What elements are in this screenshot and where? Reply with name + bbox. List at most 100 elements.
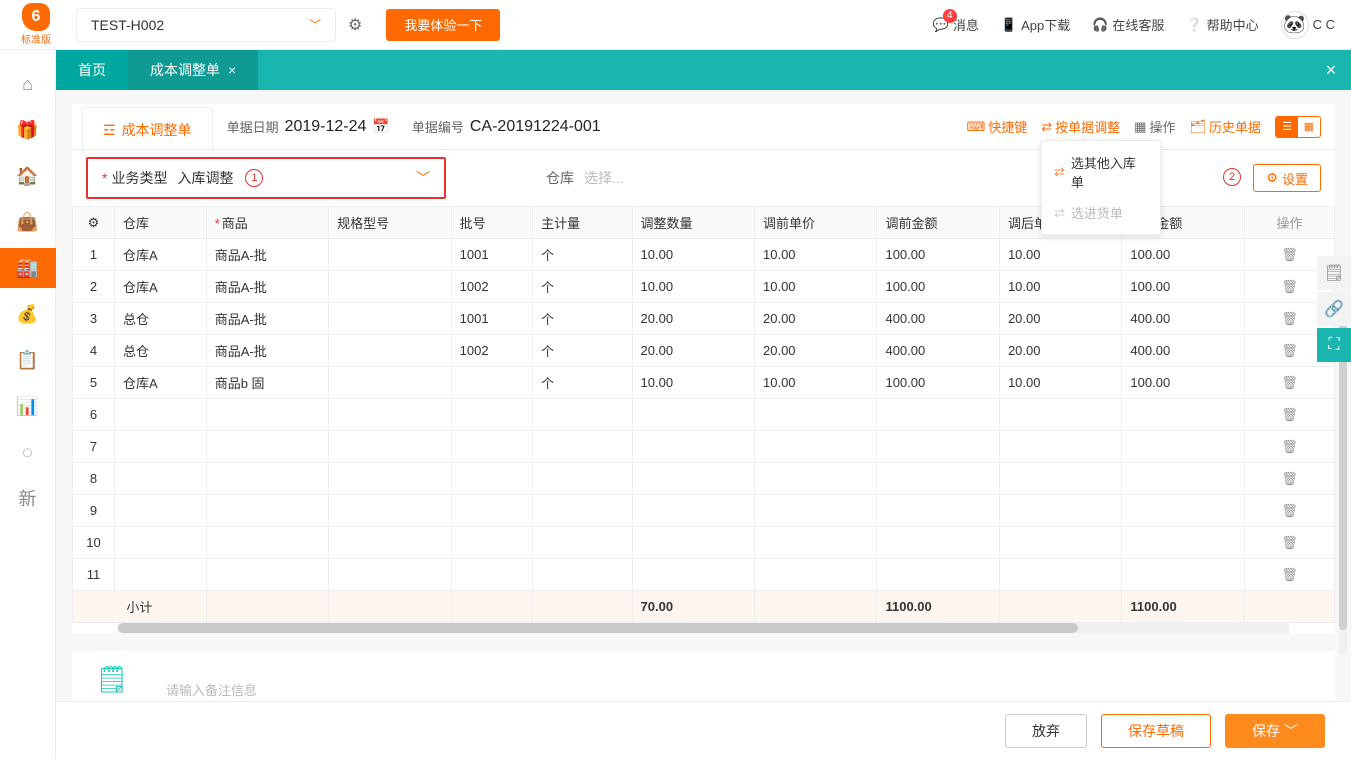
delete-row-button[interactable]: 🗑: [1245, 495, 1335, 527]
card-view-icon[interactable]: ▦: [1298, 117, 1320, 137]
warehouse-select[interactable]: 选择...: [584, 168, 624, 188]
transfer-icon: ⇄: [1054, 205, 1065, 221]
save-draft-button[interactable]: 保存草稿: [1101, 714, 1211, 748]
close-all-tabs[interactable]: ×: [1311, 60, 1351, 81]
table-row[interactable]: 11🗑: [73, 559, 1335, 591]
logo-icon: 6: [22, 3, 50, 31]
avatar: 🐼: [1281, 11, 1309, 39]
table-row[interactable]: 6🗑: [73, 399, 1335, 431]
tab-cost-adjust[interactable]: 成本调整单 ×: [128, 50, 258, 90]
close-icon[interactable]: ×: [228, 62, 236, 78]
table-row[interactable]: 9🗑: [73, 495, 1335, 527]
adjust-by-order-button[interactable]: ⇄按单据调整: [1041, 117, 1120, 136]
shortcut-button[interactable]: ⌨快捷键: [966, 117, 1027, 136]
col-pre-price[interactable]: 调前单价: [755, 207, 877, 239]
dropdown-other-inbound[interactable]: ⇄ 选其他入库单: [1042, 147, 1160, 197]
transfer-icon: ⇄: [1041, 119, 1052, 135]
delete-row-button[interactable]: 🗑: [1245, 367, 1335, 399]
warehouse-label: 仓库: [546, 168, 574, 188]
org-selector[interactable]: TEST-H002 ﹀: [76, 8, 336, 42]
col-operate[interactable]: 操作: [1245, 207, 1335, 239]
customer-service-button[interactable]: 🎧 在线客服: [1092, 15, 1164, 34]
calendar-icon[interactable]: 📅: [372, 118, 389, 135]
dropdown-purchase[interactable]: ⇄ 选进货单: [1042, 197, 1160, 228]
col-batch[interactable]: 批号: [451, 207, 532, 239]
col-spec[interactable]: 规格型号: [329, 207, 451, 239]
table-row[interactable]: 10🗑: [73, 527, 1335, 559]
table-row[interactable]: 5仓库A商品b 固个10.0010.00100.0010.00100.00🗑: [73, 367, 1335, 399]
chevron-down-icon: ﹀: [309, 16, 321, 33]
list-view-icon[interactable]: ☰: [1276, 117, 1298, 137]
side-expand-button[interactable]: ⛶: [1317, 328, 1351, 362]
nav-bag[interactable]: 👜: [0, 202, 56, 242]
chevron-down-icon: ﹀: [416, 168, 430, 188]
nav-money[interactable]: 💰: [0, 294, 56, 334]
annotation-1: 1: [245, 169, 263, 187]
col-pre-amount[interactable]: 调前金额: [877, 207, 999, 239]
col-warehouse[interactable]: 仓库: [115, 207, 207, 239]
user-menu[interactable]: 🐼 C C: [1281, 11, 1335, 39]
history-button[interactable]: 🗂历史单据: [1189, 117, 1261, 136]
adjust-table: ⚙ 仓库 *商品 规格型号 批号 主计量 调整数量 调前单价 调前金额 调后单价…: [72, 206, 1335, 623]
edition-label: 标准版: [21, 31, 51, 46]
doc-icon: ☲: [103, 122, 116, 139]
org-name: TEST-H002: [91, 17, 164, 33]
operate-button[interactable]: ▦操作: [1134, 117, 1175, 136]
note-icon: 🗒: [95, 664, 128, 695]
trial-button[interactable]: 我要体验一下: [386, 9, 500, 41]
cancel-button[interactable]: 放弃: [1005, 714, 1087, 748]
table-row[interactable]: 4总仓商品A-批1002个20.0020.00400.0020.00400.00…: [73, 335, 1335, 367]
table-row[interactable]: 3总仓商品A-批1001个20.0020.00400.0020.00400.00…: [73, 303, 1335, 335]
col-gear[interactable]: ⚙: [73, 207, 115, 239]
delete-row-button[interactable]: 🗑: [1245, 527, 1335, 559]
table-row[interactable]: 1仓库A商品A-批1001个10.0010.00100.0010.00100.0…: [73, 239, 1335, 271]
nav-house[interactable]: 🏠: [0, 156, 56, 196]
delete-row-button[interactable]: 🗑: [1245, 559, 1335, 591]
tab-home[interactable]: 首页: [56, 50, 128, 90]
user-name: C C: [1313, 17, 1335, 32]
side-link-button[interactable]: 🔗: [1317, 292, 1351, 326]
business-type-select[interactable]: *业务类型 入库调整 1 ﹀: [86, 157, 446, 199]
transfer-icon: ⇄: [1054, 164, 1065, 180]
view-toggle[interactable]: ☰ ▦: [1275, 116, 1321, 138]
col-product[interactable]: *商品: [206, 207, 328, 239]
subtotal-row: 小计 70.00 1100.00 1100.00: [73, 591, 1335, 623]
help-icon: ❔: [1186, 17, 1202, 33]
date-label: 单据日期: [227, 117, 279, 136]
save-button[interactable]: 保存 ﹀: [1225, 714, 1325, 748]
col-unit[interactable]: 主计量: [533, 207, 632, 239]
headset-icon: 🎧: [1092, 17, 1108, 33]
settings-button[interactable]: ⚙ 设置: [1253, 164, 1321, 192]
left-nav: ⌂ 🎁 🏠 👜 🏭 💰 📋 📊 ◌ 新: [0, 50, 56, 759]
app-logo: 6 标准版: [16, 3, 56, 46]
table-row[interactable]: 8🗑: [73, 463, 1335, 495]
nav-report[interactable]: 📊: [0, 386, 56, 426]
date-value[interactable]: 2019-12-24: [285, 118, 367, 136]
side-tools: 🗒 🔗 ⛶: [1317, 256, 1351, 362]
gear-icon: ⚙: [1266, 170, 1278, 186]
code-value: CA-20191224-001: [470, 118, 601, 136]
nav-gift[interactable]: 🎁: [0, 110, 56, 150]
table-row[interactable]: 7🗑: [73, 431, 1335, 463]
delete-row-button[interactable]: 🗑: [1245, 463, 1335, 495]
app-download-button[interactable]: 📱 App下载: [1001, 15, 1070, 34]
nav-warehouse[interactable]: 🏭: [0, 248, 56, 288]
grid-icon: ▦: [1134, 119, 1146, 135]
delete-row-button[interactable]: 🗑: [1245, 399, 1335, 431]
col-qty[interactable]: 调整数量: [632, 207, 754, 239]
gear-icon[interactable]: ⚙: [348, 15, 362, 35]
doc-title-tab[interactable]: ☲ 成本调整单: [82, 107, 213, 153]
delete-row-button[interactable]: 🗑: [1245, 431, 1335, 463]
nav-home[interactable]: ⌂: [0, 64, 56, 104]
nav-new[interactable]: 新: [0, 478, 56, 518]
vertical-scrollbar[interactable]: [1339, 320, 1347, 654]
chevron-down-icon: ﹀: [1284, 721, 1298, 741]
side-note-button[interactable]: 🗒: [1317, 256, 1351, 290]
messages-button[interactable]: 💬 消息 4: [933, 15, 979, 34]
table-row[interactable]: 2仓库A商品A-批1002个10.0010.00100.0010.00100.0…: [73, 271, 1335, 303]
nav-clipboard[interactable]: 📋: [0, 340, 56, 380]
nav-cycle[interactable]: ◌: [0, 432, 56, 472]
code-label: 单据编号: [412, 117, 464, 136]
help-center-button[interactable]: ❔ 帮助中心: [1186, 15, 1258, 34]
horizontal-scrollbar[interactable]: [118, 623, 1289, 633]
